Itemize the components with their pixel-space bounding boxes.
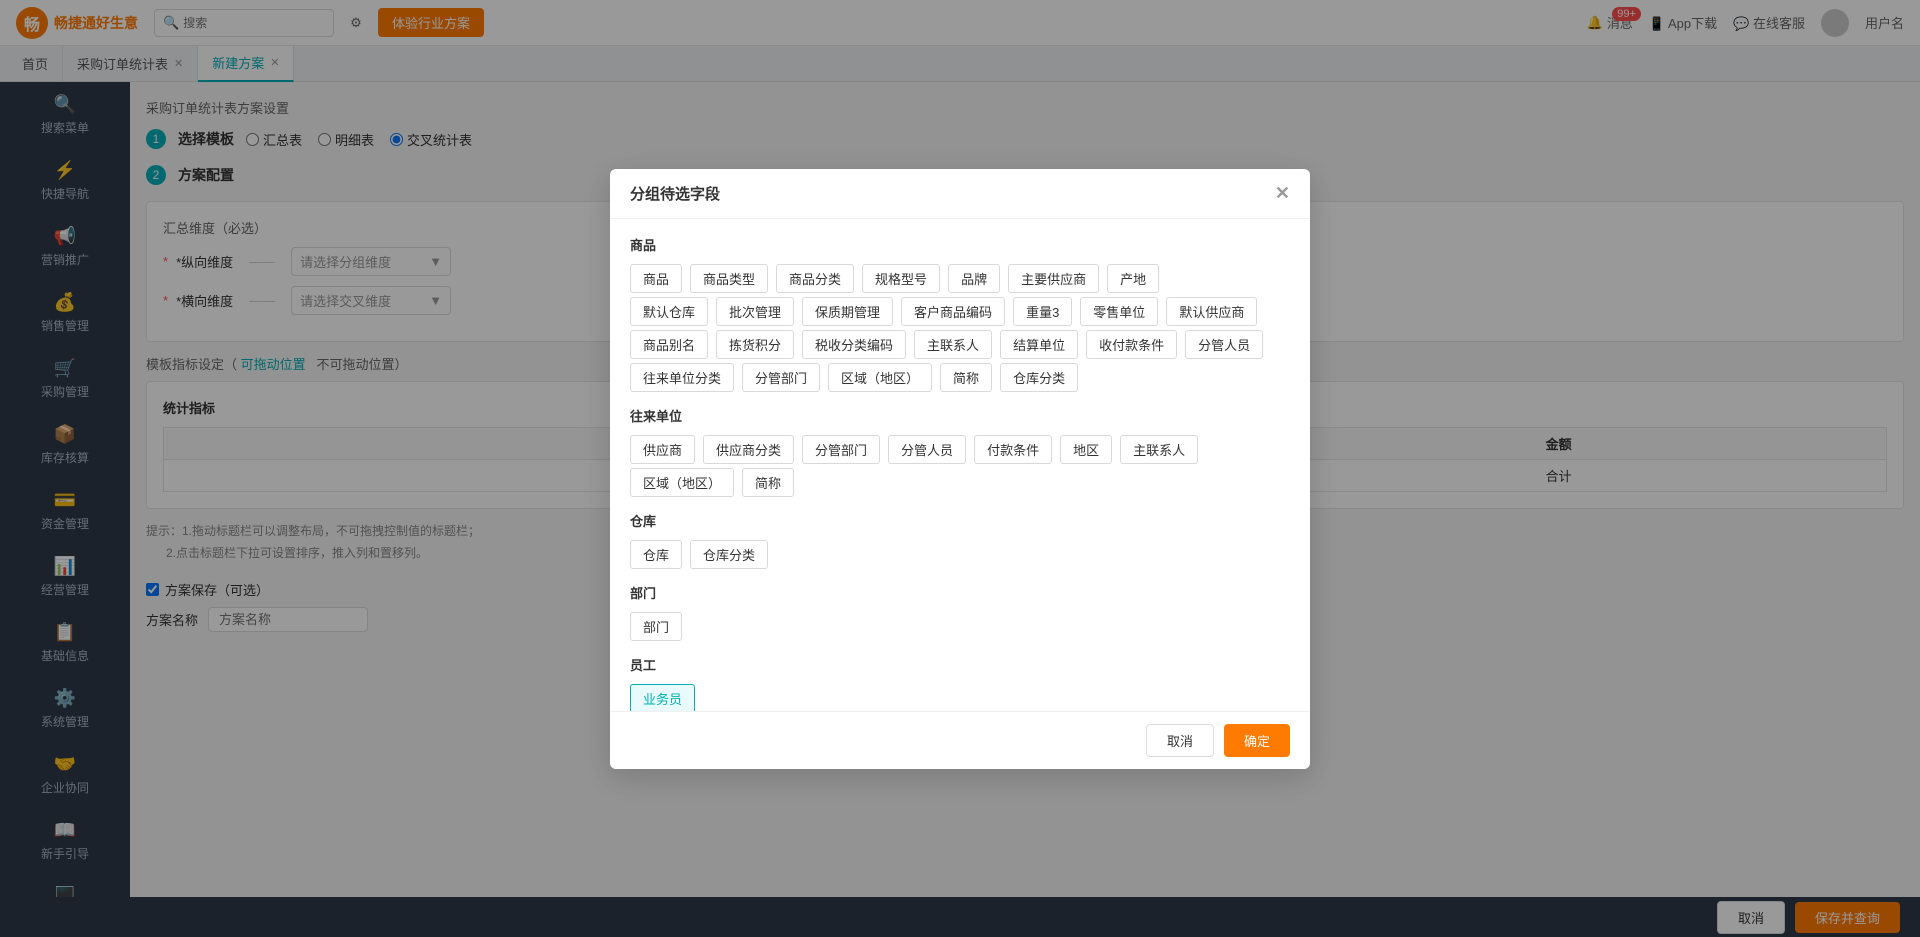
- tag-manager[interactable]: 分管人员: [1185, 330, 1263, 359]
- tag-abbr2[interactable]: 简称: [742, 468, 794, 497]
- tag-main-contact[interactable]: 主联系人: [914, 330, 992, 359]
- tag-goods-type[interactable]: 商品类型: [690, 264, 768, 293]
- tag-brand[interactable]: 品牌: [948, 264, 1000, 293]
- goods-tags-row4: 往来单位分类 分管部门 区域（地区） 简称 仓库分类: [630, 363, 1290, 392]
- modal-confirm-btn[interactable]: 确定: [1224, 724, 1290, 757]
- tag-main-contact2[interactable]: 主联系人: [1120, 435, 1198, 464]
- modal-cancel-btn[interactable]: 取消: [1146, 724, 1214, 757]
- goods-tags-row3: 商品别名 拣货积分 税收分类编码 主联系人 结算单位 收付款条件 分管人员: [630, 330, 1290, 359]
- tag-supplier-category[interactable]: 供应商分类: [703, 435, 794, 464]
- tag-quality[interactable]: 保质期管理: [802, 297, 893, 326]
- modal-footer: 取消 确定: [610, 711, 1310, 769]
- tag-region2[interactable]: 区域（地区）: [630, 468, 734, 497]
- tag-wh-category[interactable]: 仓库分类: [1000, 363, 1078, 392]
- section-employee-title: 员工: [630, 655, 1290, 674]
- tag-retail-unit[interactable]: 零售单位: [1080, 297, 1158, 326]
- dept-tags-row: 部门: [630, 612, 1290, 641]
- tag-payment-cond[interactable]: 付款条件: [974, 435, 1052, 464]
- tag-tax-code[interactable]: 税收分类编码: [802, 330, 906, 359]
- tag-warehouse[interactable]: 仓库: [630, 540, 682, 569]
- goods-tags-row2: 默认仓库 批次管理 保质期管理 客户商品编码 重量3 零售单位 默认供应商: [630, 297, 1290, 326]
- tag-goods[interactable]: 商品: [630, 264, 682, 293]
- tag-goods-alias[interactable]: 商品别名: [630, 330, 708, 359]
- modal-close-btn[interactable]: ✕: [1275, 183, 1290, 204]
- modal-box: 分组待选字段 ✕ 商品 商品 商品类型 商品分类 规格型号 品牌 主要供应商 产…: [610, 169, 1310, 769]
- employee-tags-row: 业务员: [630, 684, 1290, 711]
- section-dept-title: 部门: [630, 583, 1290, 602]
- section-partner-title: 往来单位: [630, 406, 1290, 425]
- tag-manage-dept[interactable]: 分管部门: [802, 435, 880, 464]
- goods-tags-row: 商品 商品类型 商品分类 规格型号 品牌 主要供应商 产地: [630, 264, 1290, 293]
- section-goods-title: 商品: [630, 235, 1290, 254]
- tag-origin[interactable]: 产地: [1107, 264, 1159, 293]
- tag-pick-score[interactable]: 拣货积分: [716, 330, 794, 359]
- partner-tags-row2: 区域（地区） 简称: [630, 468, 1290, 497]
- section-warehouse-title: 仓库: [630, 511, 1290, 530]
- tag-supplier[interactable]: 供应商: [630, 435, 695, 464]
- tag-partner-category[interactable]: 往来单位分类: [630, 363, 734, 392]
- tag-region[interactable]: 区域（地区）: [828, 363, 932, 392]
- tag-spec-model[interactable]: 规格型号: [862, 264, 940, 293]
- tag-main-supplier[interactable]: 主要供应商: [1008, 264, 1099, 293]
- tag-area[interactable]: 地区: [1060, 435, 1112, 464]
- tag-manage-person[interactable]: 分管人员: [888, 435, 966, 464]
- warehouse-tags-row: 仓库 仓库分类: [630, 540, 1290, 569]
- tag-customer-code[interactable]: 客户商品编码: [901, 297, 1005, 326]
- modal-header: 分组待选字段 ✕: [610, 169, 1310, 219]
- tag-dept2[interactable]: 部门: [630, 612, 682, 641]
- tag-settlement-unit[interactable]: 结算单位: [1000, 330, 1078, 359]
- tag-batch[interactable]: 批次管理: [716, 297, 794, 326]
- modal-body: 商品 商品 商品类型 商品分类 规格型号 品牌 主要供应商 产地 默认仓库 批次…: [610, 219, 1310, 711]
- tag-default-warehouse[interactable]: 默认仓库: [630, 297, 708, 326]
- partner-tags-row1: 供应商 供应商分类 分管部门 分管人员 付款条件 地区 主联系人: [630, 435, 1290, 464]
- tag-weight3[interactable]: 重量3: [1013, 297, 1072, 326]
- tag-goods-category[interactable]: 商品分类: [776, 264, 854, 293]
- tag-employee[interactable]: 业务员: [630, 684, 695, 711]
- tag-abbr[interactable]: 简称: [940, 363, 992, 392]
- tag-default-supplier[interactable]: 默认供应商: [1166, 297, 1257, 326]
- tag-payment-terms[interactable]: 收付款条件: [1086, 330, 1177, 359]
- modal-title: 分组待选字段: [630, 183, 720, 204]
- tag-warehouse-cat[interactable]: 仓库分类: [690, 540, 768, 569]
- tag-dept[interactable]: 分管部门: [742, 363, 820, 392]
- modal-overlay: 分组待选字段 ✕ 商品 商品 商品类型 商品分类 规格型号 品牌 主要供应商 产…: [0, 0, 1920, 937]
